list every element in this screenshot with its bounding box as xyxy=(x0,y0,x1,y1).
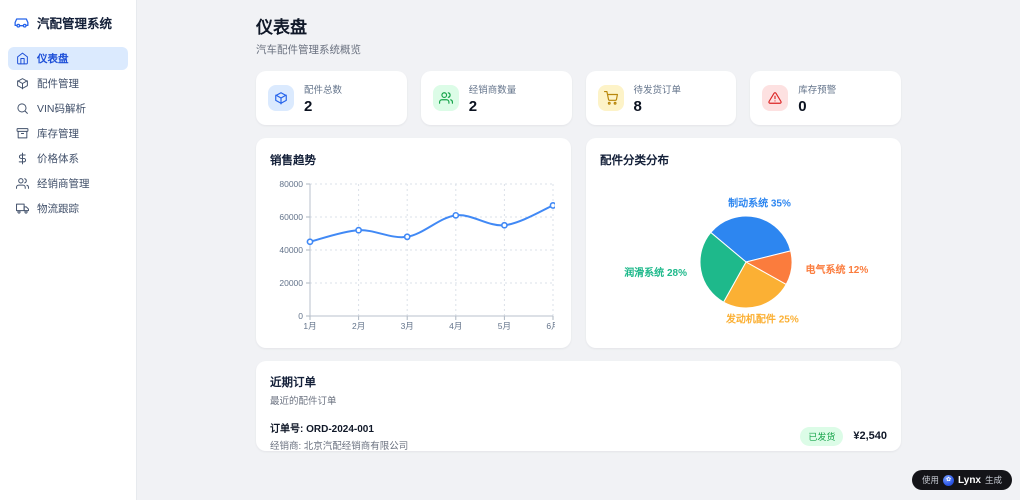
recent-orders-subtitle: 最近的配件订单 xyxy=(270,396,337,407)
category-pie-chart: 制动系统 35% 电气系统 12% 发动机配件 25% 润滑系统 28% xyxy=(624,197,868,326)
svg-text:发动机配件 25%: 发动机配件 25% xyxy=(725,313,799,326)
svg-text:5月: 5月 xyxy=(498,321,511,331)
stats-row: 配件总数 2 经销商数量 2 待发货订单 8 库存预警 0 xyxy=(256,71,901,125)
users-icon xyxy=(432,85,459,111)
order-row[interactable]: 订单号: ORD-2024-001 经销商: 北京汽配经销商有限公司 已发货 ¥… xyxy=(270,420,887,452)
sidebar-item-label: 库存管理 xyxy=(37,128,79,140)
alert-triangle-icon xyxy=(762,85,789,111)
sidebar-item-inventory[interactable]: 库存管理 xyxy=(8,122,128,145)
page-title: 仪表盘 xyxy=(256,18,307,37)
sidebar-item-vin[interactable]: VIN码解析 xyxy=(8,97,128,120)
stat-value: 2 xyxy=(304,98,313,115)
svg-text:4月: 4月 xyxy=(449,321,462,331)
archive-icon xyxy=(16,128,29,139)
svg-text:40000: 40000 xyxy=(279,245,303,255)
svg-text:2月: 2月 xyxy=(352,321,365,331)
app-title: 汽配管理系统 xyxy=(37,17,113,31)
stat-card-dealer-count: 经销商数量 2 xyxy=(420,71,572,125)
package-icon xyxy=(17,78,28,90)
dollar-icon xyxy=(18,152,26,165)
cart-icon xyxy=(597,85,624,111)
svg-text:1月: 1月 xyxy=(303,321,316,331)
svg-text:3月: 3月 xyxy=(401,321,414,331)
users-icon xyxy=(16,178,29,189)
order-info: 订单号: ORD-2024-001 经销商: 北京汽配经销商有限公司 xyxy=(270,420,408,452)
svg-text:6月: 6月 xyxy=(546,321,555,331)
svg-text:60000: 60000 xyxy=(279,212,303,222)
app-logo: 汽配管理系统 xyxy=(8,10,128,45)
truck-icon xyxy=(16,203,29,214)
lynx-logo-icon: ✿ xyxy=(943,474,955,486)
sidebar-item-dashboard[interactable]: 仪表盘 xyxy=(8,47,128,70)
sidebar-item-dealers[interactable]: 经销商管理 xyxy=(8,172,128,195)
stat-label: 库存预警 xyxy=(798,85,837,96)
main-area: 仪表盘 汽车配件管理系统概览 配件总数 2 经销商数量 2 待发货订单 8 库存… xyxy=(137,0,1020,500)
car-icon xyxy=(14,18,29,28)
stat-label: 经销商数量 xyxy=(468,85,517,96)
svg-text:润滑系统 28%: 润滑系统 28% xyxy=(624,266,687,279)
dashboard-content: 仪表盘 汽车配件管理系统概览 配件总数 2 经销商数量 2 待发货订单 8 库存… xyxy=(256,0,901,452)
category-pie-title: 配件分类分布 xyxy=(600,155,669,167)
search-icon xyxy=(17,103,28,114)
sales-trend-card: 销售趋势 0 20000 40000 60000 80000 1月 2月 3月 4月 5月 6月 xyxy=(256,138,571,348)
sidebar-item-parts[interactable]: 配件管理 xyxy=(8,72,128,95)
stat-card-stock-alerts: 库存预警 0 xyxy=(750,71,901,125)
order-dealer: 经销商: 北京汽配经销商有限公司 xyxy=(270,441,409,452)
order-meta: 已发货 ¥2,540 xyxy=(800,426,887,446)
recent-orders-card: 近期订单 最近的配件订单 订单号: ORD-2024-001 经销商: 北京汽配… xyxy=(256,361,901,452)
svg-text:0: 0 xyxy=(298,311,303,321)
lynx-generated-badge[interactable]: 使用 ✿ Lynx 生成 xyxy=(912,470,1012,490)
sidebar-nav: 仪表盘 配件管理 VIN码解析 库存管理 价格体系 经销商管理 物流跟踪 xyxy=(8,47,128,220)
order-amount: ¥2,540 xyxy=(853,430,887,442)
sidebar-item-label: 物流跟踪 xyxy=(37,203,79,215)
stat-value: 0 xyxy=(798,98,807,115)
app-window: 汽配管理系统 仪表盘 配件管理 VIN码解析 库存管理 价格体系 经销商管理 物… xyxy=(0,0,1020,500)
sidebar: 汽配管理系统 仪表盘 配件管理 VIN码解析 库存管理 价格体系 经销商管理 物… xyxy=(0,0,137,500)
stat-label: 待发货订单 xyxy=(633,85,682,96)
stat-card-parts-total: 配件总数 2 xyxy=(256,71,407,125)
sidebar-item-logistics[interactable]: 物流跟踪 xyxy=(8,197,128,220)
sidebar-item-label: VIN码解析 xyxy=(37,103,87,115)
order-number: 订单号: ORD-2024-001 xyxy=(270,424,374,435)
sidebar-item-label: 经销商管理 xyxy=(37,178,90,190)
sidebar-item-label: 仪表盘 xyxy=(37,53,69,65)
svg-text:80000: 80000 xyxy=(279,179,303,189)
page-subtitle: 汽车配件管理系统概览 xyxy=(256,44,361,56)
stat-value: 2 xyxy=(468,98,478,115)
lynx-badge-prefix: 使用 xyxy=(922,475,940,485)
lynx-brand: Lynx xyxy=(958,474,981,486)
svg-text:制动系统 35%: 制动系统 35% xyxy=(728,197,791,210)
sales-trend-title: 销售趋势 xyxy=(270,155,316,167)
home-icon xyxy=(17,52,28,65)
recent-orders-title: 近期订单 xyxy=(270,377,316,389)
stat-label: 配件总数 xyxy=(304,85,343,96)
svg-text:20000: 20000 xyxy=(279,278,303,288)
svg-text:电气系统 12%: 电气系统 12% xyxy=(805,263,868,276)
stat-value: 8 xyxy=(633,98,642,115)
sales-trend-line-chart: 0 20000 40000 60000 80000 1月 2月 3月 4月 5月 6月 xyxy=(279,179,555,331)
sidebar-item-label: 价格体系 xyxy=(37,153,79,165)
sidebar-item-label: 配件管理 xyxy=(37,78,79,90)
stat-card-pending-orders: 待发货订单 8 xyxy=(585,71,737,125)
charts-row: 销售趋势 0 20000 40000 60000 80000 1月 2月 3月 4月 5月 6月 配… xyxy=(256,138,901,348)
category-pie-card: 配件分类分布 制动系统 35% 电气系统 12% 发动机配件 25% 润滑系统 28% xyxy=(586,138,901,348)
sidebar-item-pricing[interactable]: 价格体系 xyxy=(8,147,128,170)
lynx-badge-suffix: 生成 xyxy=(984,475,1002,485)
status-badge: 已发货 xyxy=(800,426,844,446)
package-icon xyxy=(268,85,294,111)
